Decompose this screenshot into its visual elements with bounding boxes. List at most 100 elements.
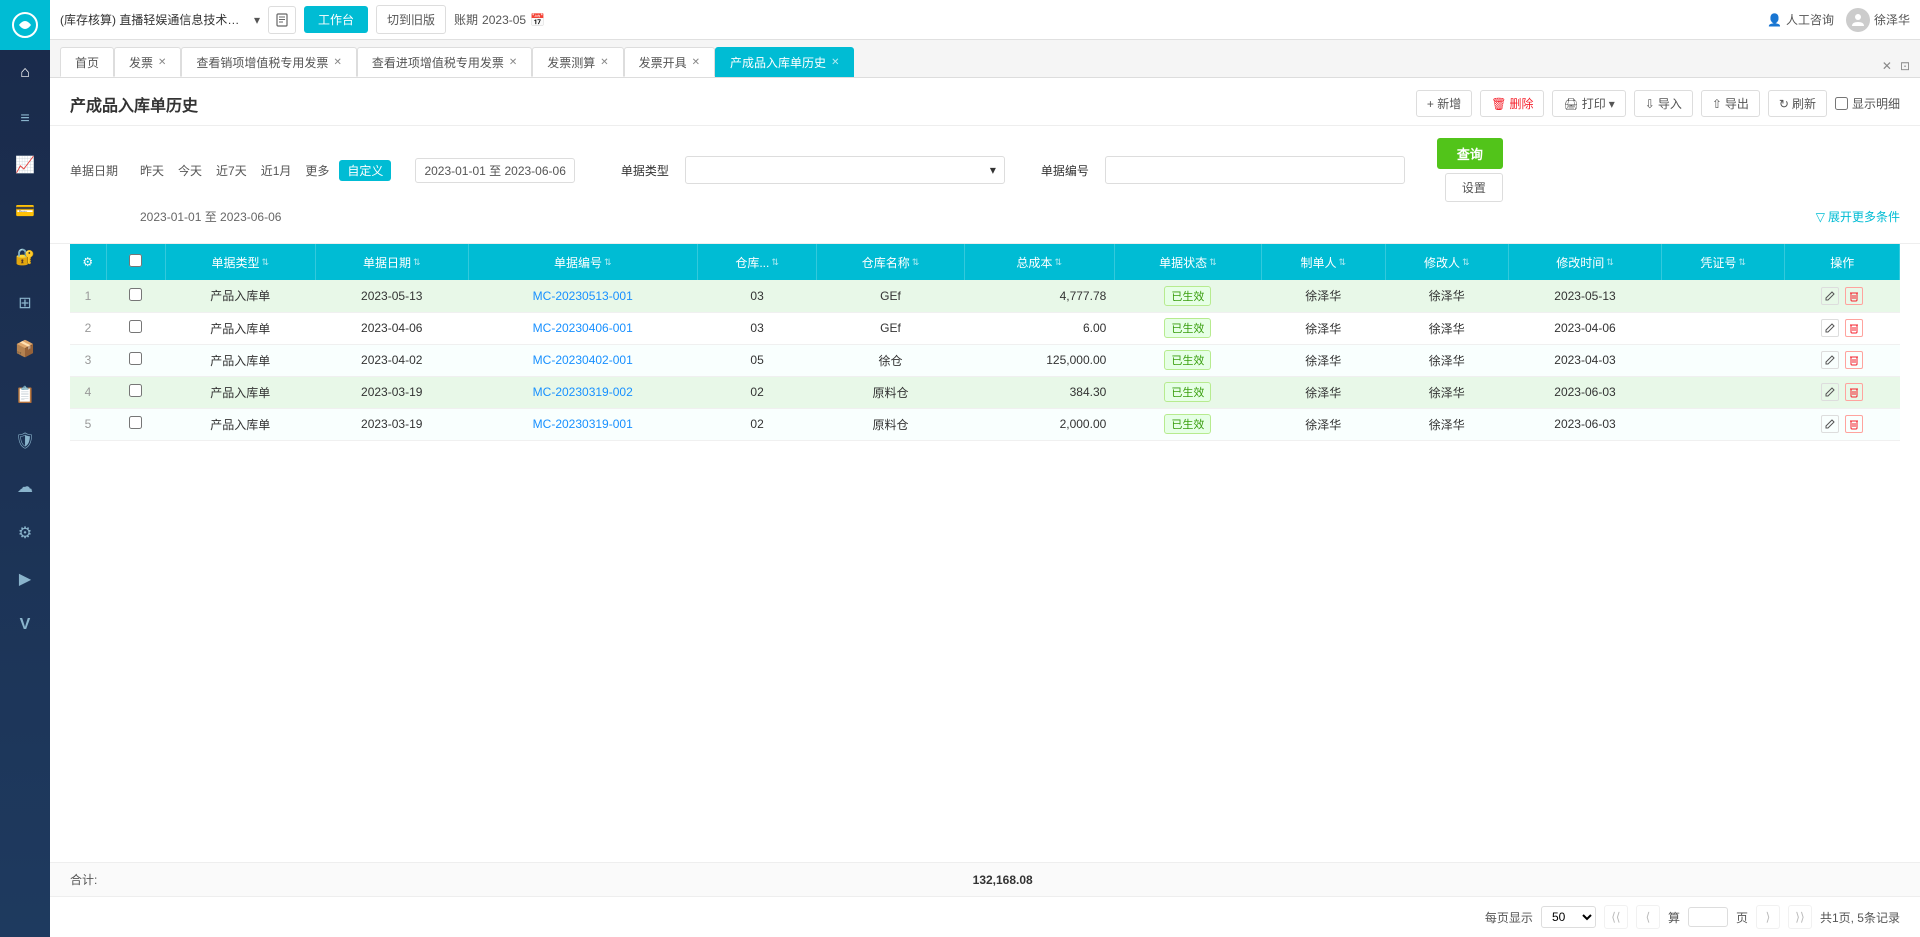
workbench-button[interactable]: 工作台 (304, 6, 368, 33)
row-checkbox-cell[interactable] (106, 312, 165, 344)
tab-calc-close[interactable]: ✕ (600, 57, 608, 68)
select-all-checkbox[interactable] (129, 254, 142, 267)
col-creator[interactable]: 制单人⇅ (1262, 244, 1386, 280)
col-warehouse-name[interactable]: 仓库名称⇅ (817, 244, 964, 280)
col-type[interactable]: 单据类型⇅ (165, 244, 315, 280)
sidebar-item-cloud[interactable]: ☁ (0, 464, 50, 510)
row-checkbox[interactable] (129, 384, 142, 397)
calendar-icon[interactable]: 📅 (530, 13, 545, 27)
delete-icon-button[interactable] (1845, 383, 1863, 401)
row-checkbox-cell[interactable] (106, 408, 165, 440)
refresh-button[interactable]: ↻ 刷新 (1768, 90, 1827, 117)
app-logo[interactable] (0, 0, 50, 50)
sidebar-item-chart[interactable]: 📈 (0, 142, 50, 188)
delete-icon-button[interactable] (1845, 319, 1863, 337)
edit-icon-button[interactable] (1821, 415, 1839, 433)
more-btn[interactable]: 更多 (301, 160, 333, 181)
col-date[interactable]: 单据日期⇅ (315, 244, 468, 280)
row-doc-num[interactable]: MC-20230513-001 (468, 280, 697, 312)
row-checkbox[interactable] (129, 352, 142, 365)
tab-input-vat-close[interactable]: ✕ (509, 57, 517, 68)
new-button[interactable]: + 新增 (1416, 90, 1472, 117)
sidebar-item-wallet[interactable]: 💳 (0, 188, 50, 234)
last-page-btn[interactable]: ⟩⟩ (1788, 905, 1812, 929)
row-checkbox-cell[interactable] (106, 344, 165, 376)
col-modifier[interactable]: 修改人⇅ (1385, 244, 1509, 280)
sidebar-item-box[interactable]: 📦 (0, 326, 50, 372)
user-profile[interactable]: 徐泽华 (1846, 8, 1910, 32)
edit-icon-button[interactable] (1821, 351, 1839, 369)
date-range-display[interactable]: 2023-01-01 至 2023-06-06 (415, 158, 574, 183)
tab-product-history-close[interactable]: ✕ (831, 57, 839, 68)
col-warehouse-code[interactable]: 仓库...⇅ (697, 244, 817, 280)
tab-maximize-icon[interactable]: ⊡ (1900, 59, 1910, 73)
company-selector[interactable]: (库存核算) 直播轻娱通信息技术股份... ▾ (60, 11, 260, 28)
sidebar-item-document[interactable]: ≡ (0, 96, 50, 142)
tab-issue[interactable]: 发票开具 ✕ (624, 47, 715, 77)
sidebar-item-grid[interactable]: ⊞ (0, 280, 50, 326)
delete-icon-button[interactable] (1845, 351, 1863, 369)
tab-issue-close[interactable]: ✕ (692, 57, 700, 68)
import-button[interactable]: ⇩ 导入 (1634, 90, 1693, 117)
sidebar-item-play[interactable]: ▶ (0, 556, 50, 602)
tab-product-history[interactable]: 产成品入库单历史 ✕ (715, 47, 854, 77)
sidebar-item-gear[interactable]: ⚙ (0, 510, 50, 556)
page-size-select[interactable]: 50 100 200 (1541, 906, 1596, 928)
row-doc-num[interactable]: MC-20230319-002 (468, 376, 697, 408)
row-checkbox[interactable] (129, 288, 142, 301)
row-checkbox[interactable] (129, 416, 142, 429)
tab-calc[interactable]: 发票测算 ✕ (532, 47, 623, 77)
expand-more-btn[interactable]: ▽ 展开更多条件 (1816, 208, 1900, 225)
query-button[interactable]: 查询 (1437, 138, 1503, 169)
row-doc-num[interactable]: MC-20230406-001 (468, 312, 697, 344)
prev-page-btn[interactable]: ⟨ (1636, 905, 1660, 929)
col-settings[interactable]: ⚙ (70, 244, 106, 280)
settings-button[interactable]: 设置 (1445, 173, 1503, 202)
row-checkbox-cell[interactable] (106, 280, 165, 312)
col-checkbox[interactable] (106, 244, 165, 280)
row-checkbox[interactable] (129, 320, 142, 333)
month-btn[interactable]: 近1月 (257, 160, 296, 181)
page-number-input[interactable]: 1 (1688, 907, 1728, 927)
switch-version-button[interactable]: 切到旧版 (376, 5, 446, 34)
col-status[interactable]: 单据状态⇅ (1114, 244, 1261, 280)
sidebar-item-v[interactable]: V (0, 602, 50, 648)
tab-invoice[interactable]: 发票 ✕ (114, 47, 181, 77)
tab-output-vat[interactable]: 查看销项增值税专用发票 ✕ (181, 47, 356, 77)
tab-home[interactable]: 首页 (60, 47, 114, 77)
sidebar-item-shield[interactable]: 🛡 (0, 418, 50, 464)
doc-icon-button[interactable] (268, 6, 296, 34)
row-doc-num[interactable]: MC-20230402-001 (468, 344, 697, 376)
show-detail-checkbox[interactable] (1835, 97, 1848, 110)
sidebar-item-home[interactable]: ⌂ (0, 50, 50, 96)
delete-button[interactable]: 🗑 删除 (1480, 90, 1544, 117)
next-page-btn[interactable]: ⟩ (1756, 905, 1780, 929)
custom-btn[interactable]: 自定义 (339, 160, 391, 181)
export-button[interactable]: ⇧ 导出 (1701, 90, 1760, 117)
edit-icon-button[interactable] (1821, 383, 1839, 401)
first-page-btn[interactable]: ⟨⟨ (1604, 905, 1628, 929)
week-btn[interactable]: 近7天 (212, 160, 251, 181)
type-select[interactable]: ▾ (685, 156, 1005, 184)
tab-minimize-icon[interactable]: ✕ (1882, 59, 1892, 73)
col-doc-num[interactable]: 单据编号⇅ (468, 244, 697, 280)
doc-num-input[interactable] (1105, 156, 1405, 184)
delete-icon-button[interactable] (1845, 415, 1863, 433)
yesterday-btn[interactable]: 昨天 (136, 160, 168, 181)
row-doc-num[interactable]: MC-20230319-001 (468, 408, 697, 440)
edit-icon-button[interactable] (1821, 287, 1839, 305)
col-voucher[interactable]: 凭证号⇅ (1661, 244, 1785, 280)
tab-input-vat[interactable]: 查看进项增值税专用发票 ✕ (357, 47, 532, 77)
sidebar-item-lock[interactable]: 🔐 (0, 234, 50, 280)
tab-invoice-close[interactable]: ✕ (158, 57, 166, 68)
today-btn[interactable]: 今天 (174, 160, 206, 181)
col-modify-time[interactable]: 修改时间⇅ (1509, 244, 1662, 280)
row-checkbox-cell[interactable] (106, 376, 165, 408)
user-service-button[interactable]: 👤 人工咨询 (1767, 11, 1834, 28)
delete-icon-button[interactable] (1845, 287, 1863, 305)
tab-output-vat-close[interactable]: ✕ (333, 57, 341, 68)
edit-icon-button[interactable] (1821, 319, 1839, 337)
sidebar-item-report[interactable]: 📋 (0, 372, 50, 418)
print-button[interactable]: 🖨 打印 ▾ (1552, 90, 1625, 117)
col-total-cost[interactable]: 总成本⇅ (964, 244, 1114, 280)
